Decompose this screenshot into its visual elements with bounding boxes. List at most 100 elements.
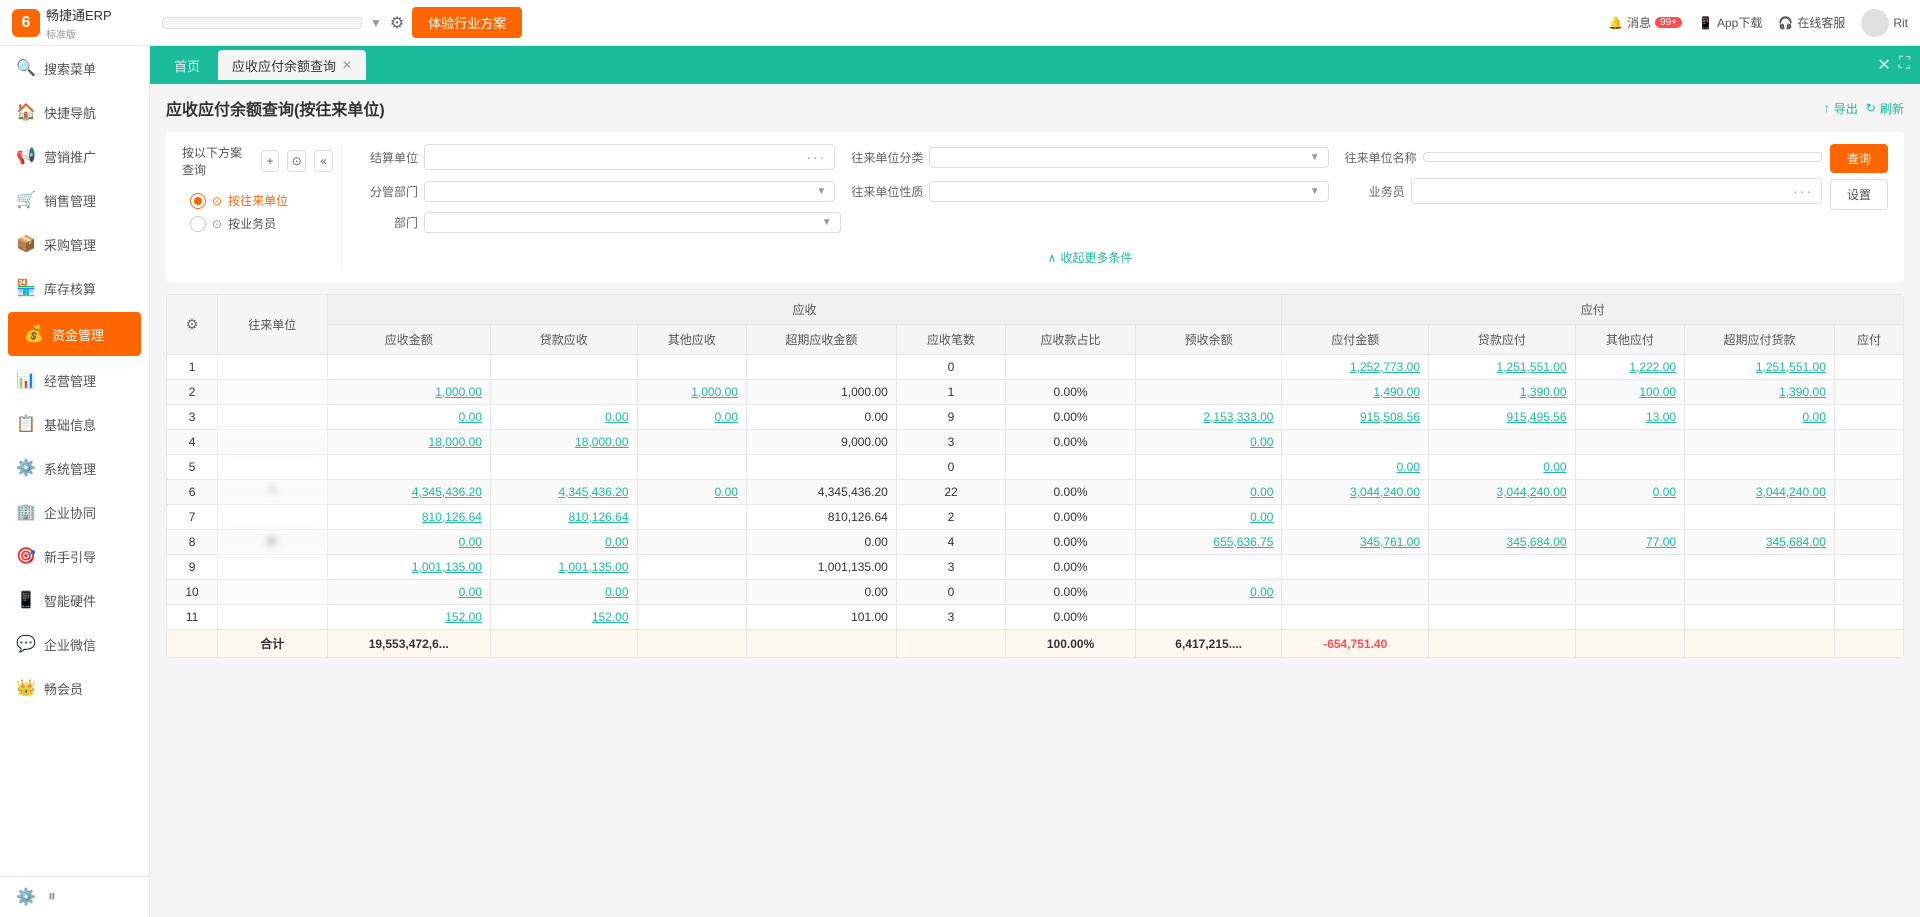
row-ar-loan[interactable]: 152.00 bbox=[490, 605, 637, 630]
settings-gear-icon[interactable]: ⚙ bbox=[390, 13, 404, 33]
row-ap-overdue[interactable]: 345,684.00 bbox=[1685, 530, 1835, 555]
row-ap-other[interactable] bbox=[1575, 505, 1684, 530]
input-unit-category[interactable]: ▼ bbox=[929, 147, 1328, 168]
row-ap-other[interactable]: 13.00 bbox=[1575, 405, 1684, 430]
row-ar-amount[interactable]: 152.00 bbox=[327, 605, 490, 630]
row-ap-other[interactable]: 1,222.00 bbox=[1575, 355, 1684, 380]
row-ar-amount[interactable]: 4,345,436.20 bbox=[327, 480, 490, 505]
input-salesperson[interactable]: ··· bbox=[1411, 178, 1822, 204]
export-button[interactable]: ↑ 导出 bbox=[1824, 100, 1858, 117]
row-ar-other[interactable] bbox=[637, 555, 746, 580]
row-ap-other[interactable] bbox=[1575, 605, 1684, 630]
edit-filter-icon[interactable]: ⊙ bbox=[287, 150, 306, 172]
row-ar-advance[interactable]: 0.00 bbox=[1135, 430, 1282, 455]
input-jiesuan-unit[interactable]: ··· bbox=[424, 144, 835, 170]
row-ap-loan[interactable]: 345,684.00 bbox=[1429, 530, 1576, 555]
row-ap-overdue[interactable]: 0.00 bbox=[1685, 405, 1835, 430]
row-ap-amount[interactable] bbox=[1282, 430, 1429, 455]
refresh-button[interactable]: ↻ 刷新 bbox=[1866, 100, 1904, 117]
online-service-item[interactable]: 🎧 在线客服 bbox=[1778, 14, 1845, 31]
row-ap-amount[interactable]: 1,490.00 bbox=[1282, 380, 1429, 405]
row-ar-advance[interactable] bbox=[1135, 455, 1282, 480]
input-unit-name[interactable] bbox=[1423, 152, 1822, 162]
close-window-icon[interactable]: ✕ bbox=[1877, 55, 1890, 75]
sidebar-item-inventory[interactable]: 🏪 库存核算 bbox=[0, 266, 149, 310]
collapse-filter-icon[interactable]: « bbox=[314, 150, 333, 172]
table-settings-icon[interactable]: ⚙ bbox=[186, 316, 199, 332]
row-ap-other[interactable] bbox=[1575, 455, 1684, 480]
row-ar-loan[interactable] bbox=[490, 380, 637, 405]
maximize-icon[interactable]: ⛶ bbox=[1899, 55, 1910, 75]
row-ar-loan[interactable]: 0.00 bbox=[490, 405, 637, 430]
row-ar-other[interactable] bbox=[637, 605, 746, 630]
row-ap-overdue[interactable]: 3,044,240.00 bbox=[1685, 480, 1835, 505]
row-ap-amount[interactable] bbox=[1282, 505, 1429, 530]
row-ar-loan[interactable]: 18,000.00 bbox=[490, 430, 637, 455]
row-ap-other[interactable]: 77.00 bbox=[1575, 530, 1684, 555]
sidebar-item-operations[interactable]: 📊 经营管理 bbox=[0, 358, 149, 402]
row-ap-loan[interactable]: 1,390.00 bbox=[1429, 380, 1576, 405]
row-ar-other[interactable]: 1,000.00 bbox=[637, 380, 746, 405]
row-ar-other[interactable]: 0.00 bbox=[637, 480, 746, 505]
sidebar-item-marketing[interactable]: 📢 营销推广 bbox=[0, 134, 149, 178]
row-ap-amount[interactable] bbox=[1282, 605, 1429, 630]
bottom-pause-icon[interactable]: ⏸ bbox=[48, 888, 56, 906]
filter-by-partner[interactable]: ⊙ 按往来单位 bbox=[190, 192, 325, 209]
row-ar-other[interactable] bbox=[637, 430, 746, 455]
input-dept[interactable]: ▼ bbox=[424, 212, 841, 233]
sidebar-item-finance[interactable]: 💰 资金管理 bbox=[8, 312, 141, 356]
setting-button[interactable]: 设置 bbox=[1830, 179, 1888, 210]
row-ar-amount[interactable] bbox=[327, 455, 490, 480]
row-ar-advance[interactable]: 655,636.75 bbox=[1135, 530, 1282, 555]
row-ar-amount[interactable]: 1,000.00 bbox=[327, 380, 490, 405]
tab-ar-ap[interactable]: 应收应付余额查询 ✕ bbox=[218, 50, 366, 80]
collapse-more-button[interactable]: ∧ 收起更多条件 bbox=[1048, 245, 1133, 270]
row-ar-loan[interactable]: 0.00 bbox=[490, 530, 637, 555]
industry-solution-button[interactable]: 体验行业方案 bbox=[412, 7, 522, 38]
row-ar-advance[interactable] bbox=[1135, 555, 1282, 580]
search-dropdown-arrow[interactable]: ▼ bbox=[370, 16, 382, 30]
row-ap-loan[interactable] bbox=[1429, 430, 1576, 455]
row-ap-other[interactable]: 0.00 bbox=[1575, 480, 1684, 505]
row-ap-overdue[interactable]: 1,251,551.00 bbox=[1685, 355, 1835, 380]
row-ar-advance[interactable]: 0.00 bbox=[1135, 480, 1282, 505]
row-ar-other[interactable] bbox=[637, 455, 746, 480]
app-download-item[interactable]: 📱 App下载 bbox=[1698, 14, 1762, 31]
row-ap-loan[interactable] bbox=[1429, 605, 1576, 630]
messages-item[interactable]: 🔔 消息 99+ bbox=[1608, 14, 1682, 31]
row-ar-other[interactable] bbox=[637, 580, 746, 605]
sidebar-item-enterprise[interactable]: 🏢 企业协同 bbox=[0, 490, 149, 534]
row-ar-advance[interactable]: 0.00 bbox=[1135, 580, 1282, 605]
row-ap-amount[interactable]: 915,508.56 bbox=[1282, 405, 1429, 430]
row-ap-overdue[interactable] bbox=[1685, 605, 1835, 630]
row-ap-overdue[interactable] bbox=[1685, 430, 1835, 455]
row-ap-loan[interactable]: 0.00 bbox=[1429, 455, 1576, 480]
row-ap-other[interactable] bbox=[1575, 430, 1684, 455]
row-ar-amount[interactable]: 18,000.00 bbox=[327, 430, 490, 455]
row-ar-advance[interactable] bbox=[1135, 380, 1282, 405]
row-ar-loan[interactable]: 810,126.64 bbox=[490, 505, 637, 530]
sidebar-item-hardware[interactable]: 📱 智能硬件 bbox=[0, 578, 149, 622]
row-ar-amount[interactable]: 810,126.64 bbox=[327, 505, 490, 530]
row-ap-loan[interactable]: 915,495.56 bbox=[1429, 405, 1576, 430]
tab-close-icon[interactable]: ✕ bbox=[342, 58, 352, 72]
row-ap-loan[interactable]: 3,044,240.00 bbox=[1429, 480, 1576, 505]
filter-by-salesperson[interactable]: ⊙ 按业务员 bbox=[190, 215, 325, 232]
row-ar-amount[interactable]: 0.00 bbox=[327, 405, 490, 430]
row-ap-amount[interactable] bbox=[1282, 580, 1429, 605]
row-ar-amount[interactable]: 0.00 bbox=[327, 530, 490, 555]
sidebar-item-quick-nav[interactable]: 🏠 快捷导航 bbox=[0, 90, 149, 134]
row-ar-advance[interactable] bbox=[1135, 355, 1282, 380]
sidebar-item-wechat[interactable]: 💬 企业微信 bbox=[0, 622, 149, 666]
user-area[interactable]: Rit bbox=[1861, 9, 1908, 37]
row-ar-other[interactable] bbox=[637, 530, 746, 555]
row-ap-amount[interactable] bbox=[1282, 555, 1429, 580]
sidebar-item-sales[interactable]: 🛒 销售管理 bbox=[0, 178, 149, 222]
sidebar-item-system[interactable]: ⚙️ 系统管理 bbox=[0, 446, 149, 490]
row-ar-amount[interactable]: 0.00 bbox=[327, 580, 490, 605]
input-division-dept[interactable]: ▼ bbox=[424, 181, 835, 202]
col-gear[interactable]: ⚙ bbox=[167, 295, 218, 355]
row-ap-other[interactable]: 100.00 bbox=[1575, 380, 1684, 405]
row-ar-loan[interactable]: 1,001,135.00 bbox=[490, 555, 637, 580]
top-search-box[interactable] bbox=[162, 17, 362, 29]
